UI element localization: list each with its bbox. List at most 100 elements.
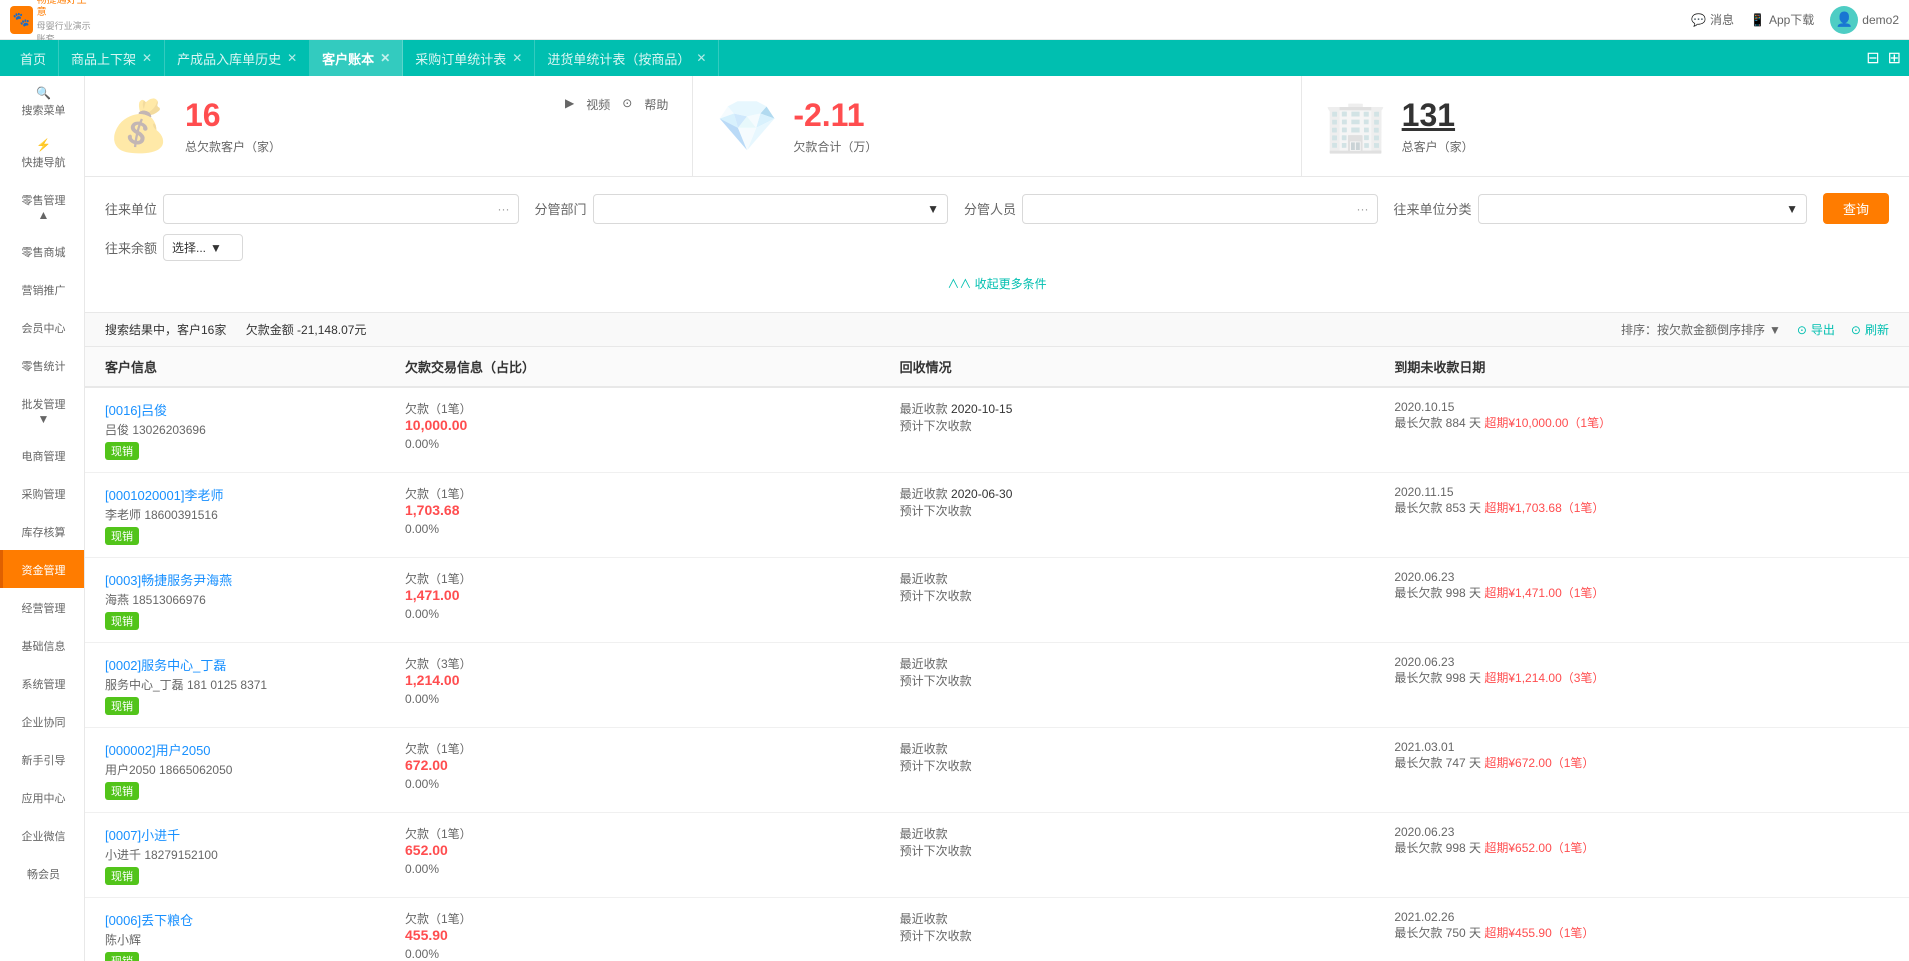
sidebar-item-retail-mgmt[interactable]: 零售管理 ▲: [0, 180, 84, 232]
debt-count: 欠款（1笔）: [405, 400, 900, 417]
chevron-down-icon: ▼: [210, 241, 222, 255]
customer-name-link[interactable]: [0006]丢下粮仓: [105, 910, 405, 929]
top-bar: 🐾 畅捷通好生意 母婴行业演示账套 💬 消息 📱 App下载 👤 demo2: [0, 0, 1909, 40]
tab-close-icon[interactable]: ✕: [287, 51, 297, 65]
table-header: 客户信息 欠款交易信息（占比） 回收情况 到期未收款日期: [85, 347, 1909, 388]
sidebar-search[interactable]: 🔍 搜索菜单: [0, 76, 84, 128]
tab-inbound-stats[interactable]: 进货单统计表（按商品） ✕: [535, 40, 719, 76]
debt-info: 欠款（1笔） 652.00 0.00%: [405, 825, 900, 885]
filter-input-manager[interactable]: ···: [1022, 194, 1377, 224]
customer-name-link[interactable]: [0001020001]李老师: [105, 485, 405, 504]
message-button[interactable]: 💬 消息: [1691, 11, 1734, 28]
overdue-link[interactable]: 超期¥672.00（1笔）: [1484, 756, 1594, 770]
sidebar-item-enterprise-wechat[interactable]: 企业微信: [0, 816, 84, 854]
debt-amount[interactable]: 1,703.68: [405, 502, 900, 518]
last-collect: 最近收款 2020-06-30: [900, 485, 1395, 502]
overdue-link[interactable]: 超期¥1,471.00（1笔）: [1484, 586, 1604, 600]
tab-product-listing[interactable]: 商品上下架 ✕: [59, 40, 165, 76]
balance-select[interactable]: 选择... ▼: [163, 234, 243, 261]
user-profile[interactable]: 👤 demo2: [1830, 6, 1899, 34]
sidebar-item-member[interactable]: 畅会员: [0, 854, 84, 892]
col-header-debt: 欠款交易信息（占比）: [405, 357, 900, 376]
customer-info: [0006]丢下粮仓 陈小辉 现销: [105, 910, 405, 961]
app-download-button[interactable]: 📱 App下载: [1750, 11, 1814, 28]
sidebar-item-purchase[interactable]: 采购管理: [0, 474, 84, 512]
table-row: [0003]畅捷服务尹海燕 海燕 18513066976 现销 欠款（1笔） 1…: [85, 558, 1909, 643]
customer-name-link[interactable]: [0016]吕俊: [105, 400, 405, 419]
filter-input-dept[interactable]: ▼: [593, 194, 948, 224]
stat-info-total: 131 总客户（家）: [1402, 97, 1474, 155]
debt-count: 欠款（1笔）: [405, 910, 900, 927]
sidebar-item-app-center[interactable]: 应用中心: [0, 778, 84, 816]
collapse-filter-button[interactable]: ∧∧ 收起更多条件: [105, 271, 1889, 296]
tab-close-icon[interactable]: ✕: [696, 51, 706, 65]
stat-label-debt-customers: 总欠款客户（家）: [185, 138, 281, 155]
sidebar-item-ecommerce[interactable]: 电商管理: [0, 436, 84, 474]
due-date: 2020.06.23: [1394, 655, 1889, 669]
debt-amount[interactable]: 672.00: [405, 757, 900, 773]
overdue-link[interactable]: 超期¥652.00（1笔）: [1484, 841, 1594, 855]
mobile-icon: 📱: [1750, 13, 1765, 27]
customer-info: [0007]小进千 小进千 18279152100 现销: [105, 825, 405, 885]
sidebar-item-enterprise-collab[interactable]: 企业协同: [0, 702, 84, 740]
tab-close-icon[interactable]: ✕: [380, 51, 390, 65]
debt-info: 欠款（1笔） 10,000.00 0.00%: [405, 400, 900, 460]
table-row: [0002]服务中心_丁磊 服务中心_丁磊 181 0125 8371 现销 欠…: [85, 643, 1909, 728]
debt-amount[interactable]: 652.00: [405, 842, 900, 858]
stat-label-total-customers: 总客户（家）: [1402, 138, 1474, 155]
debt-amount[interactable]: 10,000.00: [405, 417, 900, 433]
sidebar-item-operations[interactable]: 经营管理: [0, 588, 84, 626]
chevron-up-icon: ∧∧: [947, 277, 974, 291]
tab-close-icon[interactable]: ✕: [142, 51, 152, 65]
filter-area: 往来单位 ··· 分管部门 ▼ 分管人员: [85, 177, 1909, 313]
customer-tag: 现销: [105, 867, 139, 885]
sidebar-item-inventory[interactable]: 库存核算: [0, 512, 84, 550]
overdue-link[interactable]: 超期¥1,703.68（1笔）: [1484, 501, 1604, 515]
overdue-link[interactable]: 超期¥455.90（1笔）: [1484, 926, 1594, 940]
recovery-info: 最近收款 预计下次收款: [900, 740, 1395, 800]
sidebar-item-system[interactable]: 系统管理: [0, 664, 84, 702]
customer-name-link[interactable]: [0002]服务中心_丁磊: [105, 655, 405, 674]
tab-customer-account[interactable]: 客户账本 ✕: [310, 40, 403, 76]
sidebar-item-retail-stats[interactable]: 零售统计: [0, 346, 84, 384]
overdue-link[interactable]: 超期¥10,000.00（1笔）: [1484, 416, 1611, 430]
sort-selector[interactable]: 排序：按欠款金额倒序排序 ▼: [1621, 321, 1781, 338]
overdue-days: 最长欠款 750 天 超期¥455.90（1笔）: [1394, 924, 1889, 941]
overdue-link[interactable]: 超期¥1,214.00（3笔）: [1484, 671, 1604, 685]
tab-close-icon[interactable]: ✕: [512, 51, 522, 65]
debt-amount[interactable]: 455.90: [405, 927, 900, 943]
result-actions: 排序：按欠款金额倒序排序 ▼ ⊙ 导出 ⊙ 刷新: [1621, 321, 1889, 338]
tab-home[interactable]: 首页: [8, 40, 59, 76]
sidebar-quick-nav[interactable]: ⚡ 快捷导航: [0, 128, 84, 180]
sidebar-item-marketing[interactable]: 营销推广: [0, 270, 84, 308]
sidebar-item-basic-info[interactable]: 基础信息: [0, 626, 84, 664]
customer-name-link[interactable]: [0007]小进千: [105, 825, 405, 844]
stat-value-debt-amount: -2.11: [793, 97, 877, 134]
refresh-button[interactable]: ⊙ 刷新: [1851, 321, 1889, 338]
restore-icon[interactable]: ⊟: [1866, 48, 1879, 68]
maximize-icon[interactable]: ⊞: [1888, 48, 1901, 68]
help-label: 帮助: [644, 96, 668, 113]
tab-purchase-stats[interactable]: 采购订单统计表 ✕: [403, 40, 535, 76]
sidebar-item-wholesale-mgmt[interactable]: 批发管理 ▼: [0, 384, 84, 436]
search-button[interactable]: 查询: [1823, 193, 1889, 224]
due-date-info: 2021.02.26 最长欠款 750 天 超期¥455.90（1笔）: [1394, 910, 1889, 961]
filter-input-unit-cat[interactable]: ▼: [1478, 194, 1807, 224]
sidebar-item-retail-mall[interactable]: 零售商城: [0, 232, 84, 270]
due-date: 2021.03.01: [1394, 740, 1889, 754]
export-button[interactable]: ⊙ 导出: [1797, 321, 1835, 338]
debt-amount[interactable]: 1,471.00: [405, 587, 900, 603]
filter-input-source-unit[interactable]: ···: [163, 194, 518, 224]
customer-tag: 现销: [105, 527, 139, 545]
chevron-icon: ▼: [38, 412, 50, 426]
debt-info: 欠款（1笔） 672.00 0.00%: [405, 740, 900, 800]
due-date: 2021.02.26: [1394, 910, 1889, 924]
sidebar-item-newbie[interactable]: 新手引导: [0, 740, 84, 778]
customer-name-link[interactable]: [0003]畅捷服务尹海燕: [105, 570, 405, 589]
sidebar-item-finance[interactable]: 资金管理: [0, 550, 84, 588]
sidebar-item-membership[interactable]: 会员中心: [0, 308, 84, 346]
app-wrapper: 🐾 畅捷通好生意 母婴行业演示账套 💬 消息 📱 App下载 👤 demo2: [0, 0, 1909, 961]
customer-name-link[interactable]: [000002]用户2050: [105, 740, 405, 759]
tab-production-history[interactable]: 产成品入库单历史 ✕: [165, 40, 310, 76]
debt-amount[interactable]: 1,214.00: [405, 672, 900, 688]
